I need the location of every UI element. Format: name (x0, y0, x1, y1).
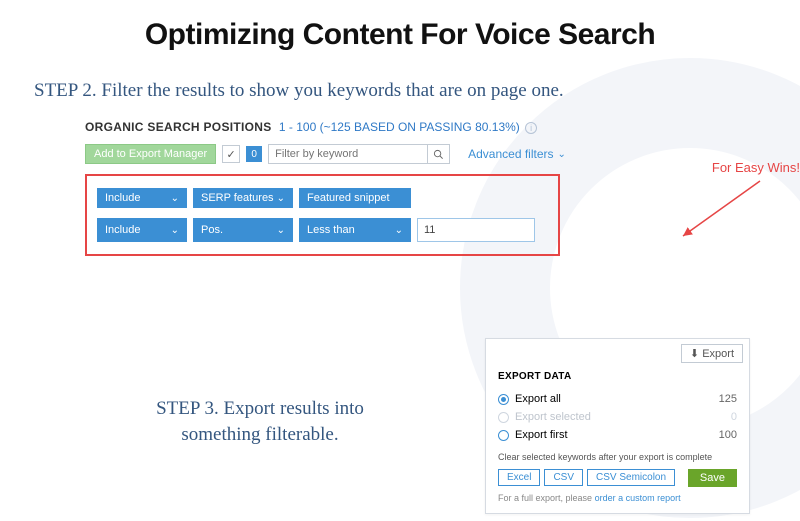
chevron-down-icon: ⌄ (277, 225, 285, 236)
filter-row-1: Include⌄ SERP features⌄ Featured snippet (97, 188, 548, 208)
download-icon: ⬇ (690, 348, 699, 360)
save-button[interactable]: Save (688, 469, 737, 487)
step-2-text: STEP 2. Filter the results to show you k… (34, 80, 800, 102)
format-csv-button[interactable]: CSV (544, 469, 583, 486)
chevron-down-icon: ⌄ (558, 149, 566, 160)
filters-box: Include⌄ SERP features⌄ Featured snippet… (85, 174, 560, 256)
search-panel: ORGANIC SEARCH POSITIONS 1 - 100 (~125 B… (85, 120, 725, 256)
filter-field-1[interactable]: SERP features⌄ (193, 188, 293, 208)
panel-header-stats: 1 - 100 (~125 BASED ON PASSING 80.13%) (279, 120, 520, 134)
filter-op-2[interactable]: Less than⌄ (299, 218, 411, 242)
toolbar: Add to Export Manager ✓ 0 Advanced filte… (85, 144, 725, 164)
format-row: Excel CSV CSV Semicolon Save (498, 469, 737, 487)
export-footer: For a full export, please order a custom… (498, 493, 737, 503)
add-to-export-button[interactable]: Add to Export Manager (85, 144, 216, 164)
chevron-down-icon: ⌄ (277, 193, 285, 204)
panel-header-label: ORGANIC SEARCH POSITIONS (85, 120, 272, 134)
keyword-filter-input[interactable] (268, 144, 428, 164)
filter-field-2[interactable]: Pos.⌄ (193, 218, 293, 242)
filter-include-1[interactable]: Include⌄ (97, 188, 187, 208)
step-3-text: STEP 3. Export results into something fi… (115, 396, 405, 447)
info-icon[interactable]: i (525, 122, 537, 134)
custom-report-link[interactable]: order a custom report (595, 493, 681, 503)
select-all-checkbox[interactable]: ✓ (222, 145, 240, 163)
export-title: EXPORT DATA (498, 371, 737, 382)
export-first-option[interactable]: Export first 100 (498, 426, 737, 444)
format-csv-semicolon-button[interactable]: CSV Semicolon (587, 469, 675, 486)
radio-icon (498, 394, 509, 405)
format-excel-button[interactable]: Excel (498, 469, 540, 486)
advanced-filters-link[interactable]: Advanced filters ⌄ (468, 147, 566, 161)
arrow-icon (675, 178, 765, 248)
search-icon[interactable] (428, 144, 450, 164)
callout-text: For Easy Wins! (712, 160, 800, 175)
chevron-down-icon: ⌄ (395, 225, 403, 236)
advanced-filters-label: Advanced filters (468, 147, 553, 161)
filter-include-2[interactable]: Include⌄ (97, 218, 187, 242)
chevron-down-icon: ⌄ (171, 225, 179, 236)
filter-row-2: Include⌄ Pos.⌄ Less than⌄ 11 (97, 218, 548, 242)
radio-icon (498, 430, 509, 441)
selected-count-badge: 0 (246, 146, 262, 162)
export-all-option[interactable]: Export all 125 (498, 390, 737, 408)
clear-note: Clear selected keywords after your expor… (498, 452, 737, 463)
filter-value-input[interactable]: 11 (417, 218, 535, 242)
page-title: Optimizing Content For Voice Search (0, 18, 800, 52)
export-selected-option: Export selected 0 (498, 408, 737, 426)
export-card: ⬇ Export EXPORT DATA Export all 125 Expo… (485, 338, 750, 514)
filter-value-1[interactable]: Featured snippet (299, 188, 411, 208)
export-button[interactable]: ⬇ Export (681, 344, 743, 363)
chevron-down-icon: ⌄ (171, 193, 179, 204)
radio-icon (498, 412, 509, 423)
